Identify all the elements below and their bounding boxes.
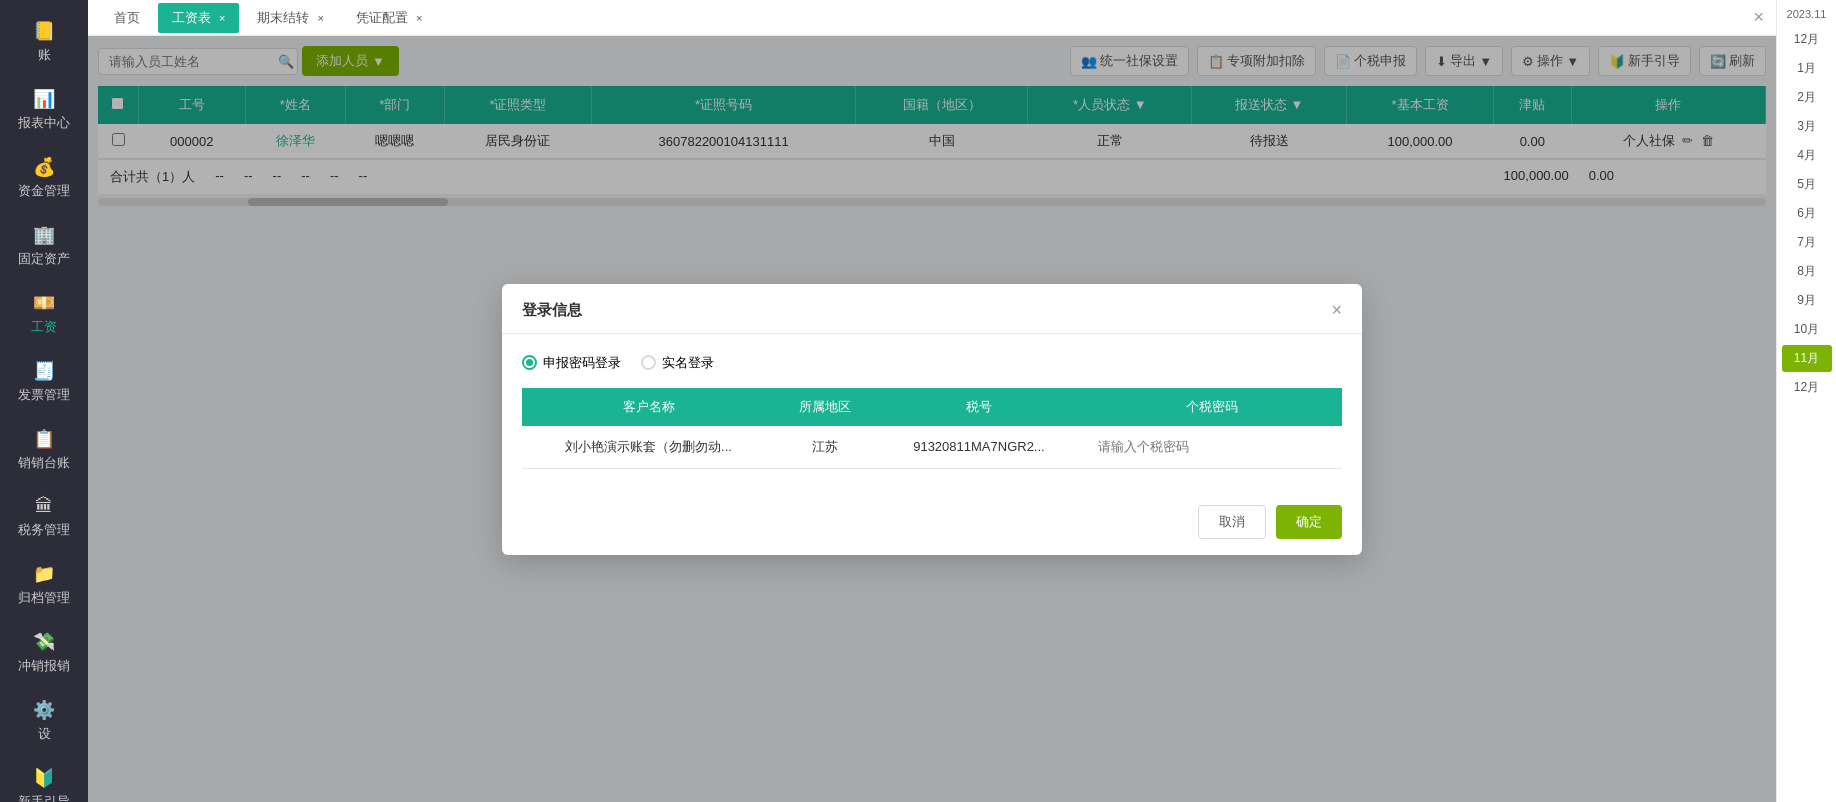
modal-table: 客户名称 所属地区 税号 个税密码 刘小艳演示账套（勿删勿动... 江苏 913…: [522, 388, 1342, 469]
sidebar-item-label: 冲销报销: [18, 657, 70, 675]
modal-header: 登录信息 ×: [502, 284, 1362, 334]
sidebar-item-label: 资金管理: [18, 182, 70, 200]
sidebar-item-assets[interactable]: 🏢 固定资产: [0, 212, 88, 280]
sidebar-item-archive[interactable]: 📁 归档管理: [0, 551, 88, 619]
cal-month-11[interactable]: 11月: [1782, 345, 1832, 372]
modal-col-tax-number: 税号: [876, 388, 1082, 426]
tab-period-end-label: 期末结转: [257, 9, 309, 27]
tab-period-end[interactable]: 期末结转 ×: [243, 3, 337, 33]
sidebar-item-label: 发票管理: [18, 386, 70, 404]
cal-month-10[interactable]: 10月: [1782, 316, 1832, 343]
cal-month-7[interactable]: 7月: [1782, 229, 1832, 256]
sidebar-item-report[interactable]: 📊 报表中心: [0, 76, 88, 144]
modal-cell-tax-number: 91320811MA7NGR2...: [876, 426, 1082, 469]
cal-month-12-prev[interactable]: 12月: [1782, 26, 1832, 53]
cal-month-9[interactable]: 9月: [1782, 287, 1832, 314]
report-icon: 📊: [33, 88, 55, 110]
cal-month-12[interactable]: 12月: [1782, 374, 1832, 401]
sidebar-item-label: 报表中心: [18, 114, 70, 132]
content-area: 🔍 添加人员 ▼ 👥 统一社保设置 📋 专项附加扣除 📄 个税申报 ⬇ 导出: [88, 36, 1776, 802]
cal-month-5[interactable]: 5月: [1782, 171, 1832, 198]
reimbursement-icon: 💸: [33, 631, 55, 653]
modal-col-client: 客户名称: [522, 388, 775, 426]
modal-close-button[interactable]: ×: [1331, 300, 1342, 321]
sidebar-item-label: 归档管理: [18, 589, 70, 607]
sidebar-item-label: 工资: [31, 318, 57, 336]
radio-realname-label: 实名登录: [662, 354, 714, 372]
tax-password-input[interactable]: [1098, 439, 1330, 454]
sidebar-item-funds[interactable]: 💰 资金管理: [0, 144, 88, 212]
close-main-icon[interactable]: ×: [1753, 7, 1764, 28]
sidebar-item-account[interactable]: 📒 账: [0, 8, 88, 76]
tax-icon: 🏛: [35, 496, 53, 517]
calendar-year: 2023.11: [1787, 8, 1827, 20]
close-period-tab-icon[interactable]: ×: [317, 12, 323, 24]
sidebar-item-label: 销销台账: [18, 454, 70, 472]
tab-home[interactable]: 首页: [100, 3, 154, 33]
sidebar-item-invoice[interactable]: 🧾 发票管理: [0, 348, 88, 416]
guide-icon: 🔰: [33, 767, 55, 789]
confirm-button[interactable]: 确定: [1276, 505, 1342, 539]
tab-home-label: 首页: [114, 9, 140, 27]
login-info-modal: 登录信息 × 申报密码登录 实名登录: [502, 284, 1362, 555]
radio-realname-login[interactable]: 实名登录: [641, 354, 714, 372]
calendar-panel: 2023.11 12月 1月 2月 3月 4月 5月 6月 7月 8月 9月 1…: [1776, 0, 1836, 802]
sidebar-item-salary[interactable]: 💴 工资: [0, 280, 88, 348]
modal-cell-password[interactable]: [1082, 426, 1342, 469]
tab-salary-label: 工资表: [172, 9, 211, 27]
settings-icon: ⚙️: [33, 699, 55, 721]
modal-col-region: 所属地区: [775, 388, 876, 426]
main-area: 首页 工资表 × 期末结转 × 凭证配置 × × 🔍 添加人员 ▼: [88, 0, 1776, 802]
archive-icon: 📁: [33, 563, 55, 585]
cal-month-1[interactable]: 1月: [1782, 55, 1832, 82]
modal-table-row: 刘小艳演示账套（勿删勿动... 江苏 91320811MA7NGR2...: [522, 426, 1342, 469]
tab-voucher-config[interactable]: 凭证配置 ×: [342, 3, 436, 33]
cal-month-2[interactable]: 2月: [1782, 84, 1832, 111]
tab-bar: 首页 工资表 × 期末结转 × 凭证配置 × ×: [88, 0, 1776, 36]
modal-footer: 取消 确定: [502, 489, 1362, 555]
tab-voucher-label: 凭证配置: [356, 9, 408, 27]
sidebar-item-label: 新手引导: [18, 793, 70, 802]
tab-salary[interactable]: 工资表 ×: [158, 3, 239, 33]
radio-password-circle: [522, 355, 537, 370]
modal-cell-client-name: 刘小艳演示账套（勿删勿动...: [522, 426, 775, 469]
radio-realname-circle: [641, 355, 656, 370]
invoice-icon: 🧾: [33, 360, 55, 382]
modal-overlay: 登录信息 × 申报密码登录 实名登录: [88, 36, 1776, 802]
cal-month-4[interactable]: 4月: [1782, 142, 1832, 169]
ledger-icon: 📋: [33, 428, 55, 450]
cal-month-8[interactable]: 8月: [1782, 258, 1832, 285]
radio-password-login[interactable]: 申报密码登录: [522, 354, 621, 372]
account-icon: 📒: [33, 20, 55, 42]
modal-cell-region: 江苏: [775, 426, 876, 469]
sidebar-item-reimbursement[interactable]: 💸 冲销报销: [0, 619, 88, 687]
sidebar-item-settings[interactable]: ⚙️ 设: [0, 687, 88, 755]
radio-group: 申报密码登录 实名登录: [522, 354, 1342, 372]
cancel-button[interactable]: 取消: [1198, 505, 1266, 539]
cal-month-6[interactable]: 6月: [1782, 200, 1832, 227]
sidebar-item-label: 固定资产: [18, 250, 70, 268]
radio-password-label: 申报密码登录: [543, 354, 621, 372]
sidebar-item-label: 账: [38, 46, 51, 64]
sidebar-item-guide[interactable]: 🔰 新手引导: [0, 755, 88, 802]
modal-body: 申报密码登录 实名登录 客户名称 所属地区: [502, 334, 1362, 489]
sidebar: 📒 账 📊 报表中心 💰 资金管理 🏢 固定资产 💴 工资 🧾 发票管理 📋 销…: [0, 0, 88, 802]
sidebar-item-label: 设: [38, 725, 51, 743]
modal-col-password: 个税密码: [1082, 388, 1342, 426]
cal-month-3[interactable]: 3月: [1782, 113, 1832, 140]
funds-icon: 💰: [33, 156, 55, 178]
modal-title: 登录信息: [522, 301, 582, 320]
sidebar-item-tax[interactable]: 🏛 税务管理: [0, 484, 88, 551]
sidebar-item-label: 税务管理: [18, 521, 70, 539]
sidebar-item-ledger[interactable]: 📋 销销台账: [0, 416, 88, 484]
salary-icon: 💴: [33, 292, 55, 314]
close-voucher-tab-icon[interactable]: ×: [416, 12, 422, 24]
close-salary-tab-icon[interactable]: ×: [219, 12, 225, 24]
assets-icon: 🏢: [33, 224, 55, 246]
